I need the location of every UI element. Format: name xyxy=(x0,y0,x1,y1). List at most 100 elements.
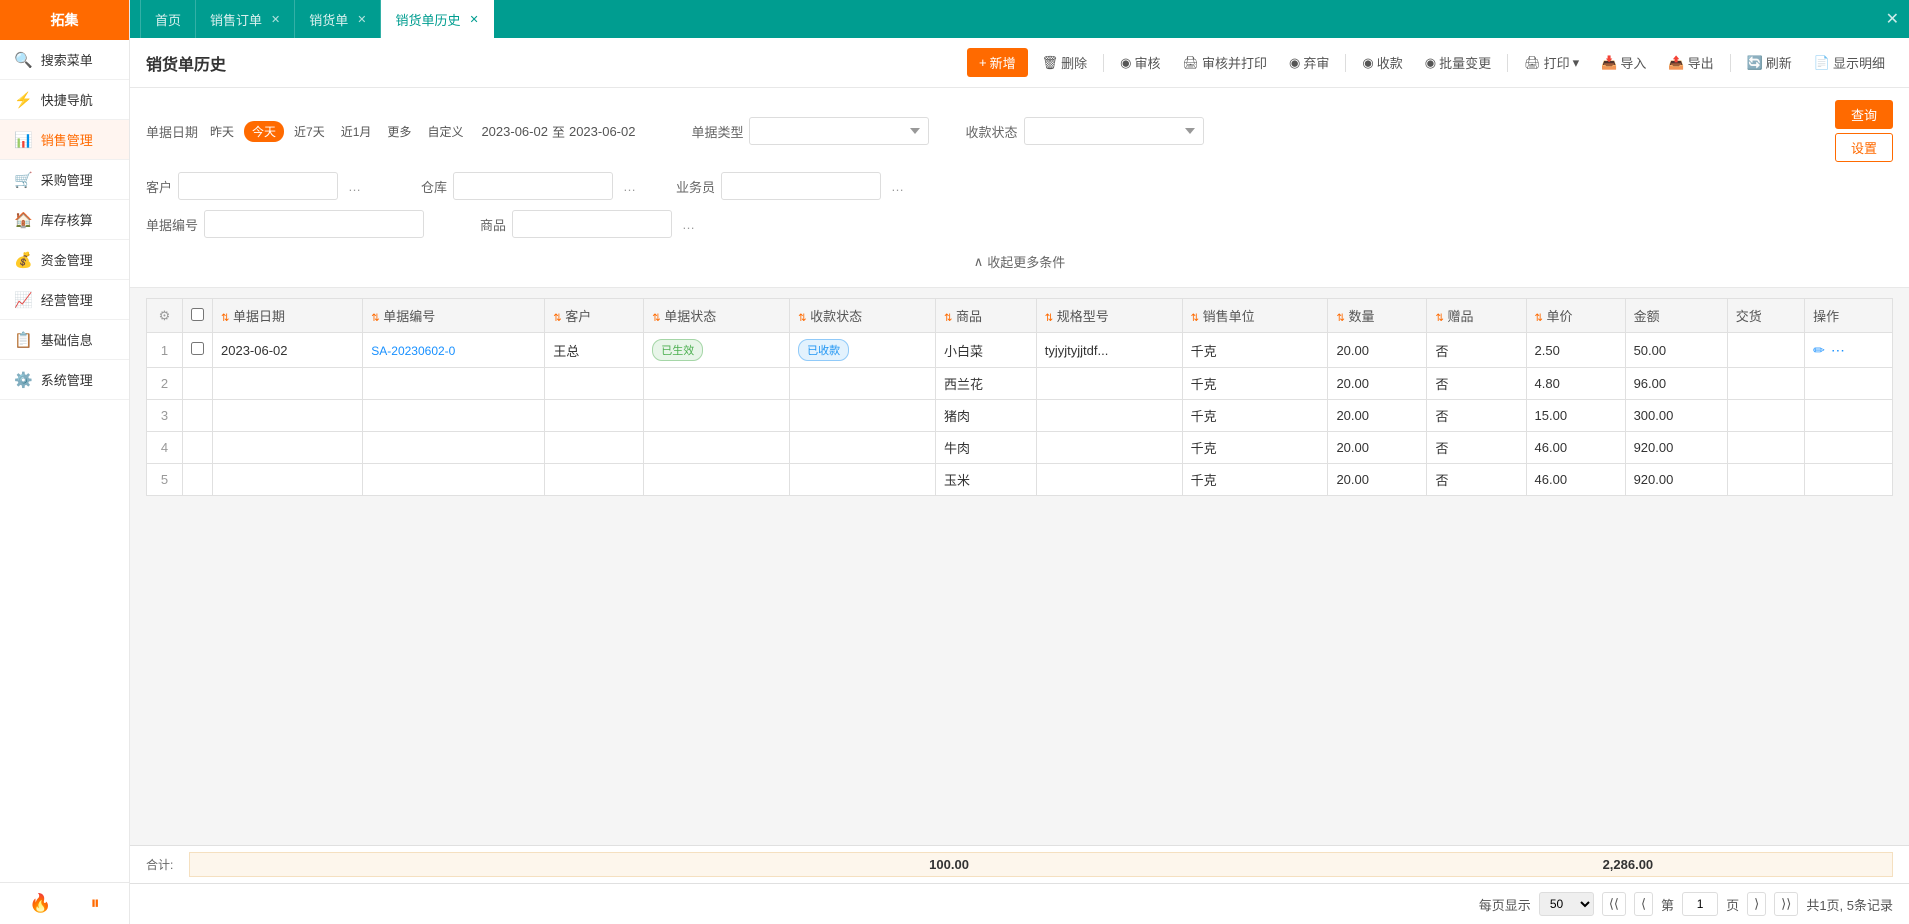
date-btn-1month[interactable]: 近1月 xyxy=(335,121,378,142)
page-prev-btn[interactable]: ⟨ xyxy=(1634,892,1653,916)
cell-goods-2: 西兰花 xyxy=(935,368,1036,400)
total-info: 共1页, 5条记录 xyxy=(1806,895,1893,914)
cell-unit-5: 千克 xyxy=(1182,464,1328,496)
date-btn-today[interactable]: 今天 xyxy=(244,121,284,142)
date-inputs: 2023-06-02 至 2023-06-02 xyxy=(481,122,635,141)
batch-change-button[interactable]: ◉ 批量变更 xyxy=(1417,49,1499,76)
summary-totals: 100.00 2,286.00 xyxy=(189,852,1893,877)
collect-button[interactable]: ◉ 收款 xyxy=(1354,49,1410,76)
delete-label: 删除 xyxy=(1061,53,1087,72)
date-btn-yesterday[interactable]: 昨天 xyxy=(204,121,240,142)
col-unit[interactable]: ⇅ 销售单位 xyxy=(1182,299,1328,333)
tab-sales-order-close[interactable]: ✕ xyxy=(271,13,280,26)
checkbox-5 xyxy=(183,464,213,496)
cell-doc-num-1[interactable]: SA-20230602-0 xyxy=(363,333,545,368)
review-button[interactable]: ◉ 审核 xyxy=(1112,49,1168,76)
checkbox-1[interactable] xyxy=(183,333,213,368)
settings-icon[interactable]: ⚙ xyxy=(159,308,171,323)
cell-spec-2 xyxy=(1036,368,1182,400)
col-doc-status[interactable]: ⇅ 单据状态 xyxy=(644,299,790,333)
doc-type-select[interactable] xyxy=(749,117,929,145)
funds-icon: 💰 xyxy=(14,251,33,269)
more-icon-1[interactable]: ⋯ xyxy=(1831,342,1845,359)
tab-sales-goods[interactable]: 销货单 ✕ xyxy=(295,0,381,38)
col-pay-status[interactable]: ⇅ 收款状态 xyxy=(790,299,936,333)
cell-trade-1 xyxy=(1727,333,1804,368)
tab-sales-goods-close[interactable]: ✕ xyxy=(357,13,366,26)
customer-input[interactable] xyxy=(178,172,338,200)
business-dots[interactable]: … xyxy=(887,179,908,194)
abandon-button[interactable]: ◉ 弃审 xyxy=(1281,49,1337,76)
filter-row-2: 客户 … 仓库 … 业务员 … xyxy=(146,172,1893,200)
col-settings[interactable]: ⚙ xyxy=(147,299,183,333)
page-first-btn[interactable]: ⟨⟨ xyxy=(1602,892,1626,916)
sidebar-item-sys-mgmt[interactable]: ⚙️ 系统管理 xyxy=(0,360,129,400)
sidebar-item-inventory-calc[interactable]: 🏠 库存核算 xyxy=(0,200,129,240)
sort-icon: ⇅ xyxy=(652,313,660,324)
checkbox-2 xyxy=(183,368,213,400)
sidebar-item-purchase-mgmt[interactable]: 🛒 采购管理 xyxy=(0,160,129,200)
sidebar-item-basic-info[interactable]: 📋 基础信息 xyxy=(0,320,129,360)
warehouse-input[interactable] xyxy=(453,172,613,200)
tab-sales-history[interactable]: 销货单历史 ✕ xyxy=(381,0,493,38)
warehouse-dots[interactable]: … xyxy=(619,179,640,194)
col-customer[interactable]: ⇅ 客户 xyxy=(545,299,644,333)
delete-button[interactable]: 🗑 删除 xyxy=(1034,49,1096,76)
date-btn-more[interactable]: 更多 xyxy=(381,121,417,142)
sidebar-item-sales-mgmt[interactable]: 📊 销售管理 xyxy=(0,120,129,160)
select-all-checkbox[interactable] xyxy=(191,308,204,321)
sidebar-item-operations-mgmt[interactable]: 📈 经营管理 xyxy=(0,280,129,320)
sidebar-item-funds-mgmt[interactable]: 💰 资金管理 xyxy=(0,240,129,280)
export-button[interactable]: 📤 导出 xyxy=(1660,49,1721,76)
goods-input[interactable] xyxy=(512,210,672,238)
edit-icon-1[interactable]: ✏ xyxy=(1813,342,1825,359)
quick-nav-icon: ⚡ xyxy=(14,91,33,109)
set-button[interactable]: 设置 xyxy=(1835,133,1893,162)
tab-home[interactable]: 首页 xyxy=(140,0,196,38)
doc-num-input[interactable] xyxy=(204,210,424,238)
fire-icon[interactable]: 🔥 xyxy=(29,893,51,914)
doc-num-link-1[interactable]: SA-20230602-0 xyxy=(371,344,455,358)
date-from-value: 2023-06-02 xyxy=(481,124,548,139)
sort-icon: ⇅ xyxy=(798,313,806,324)
payment-status-select[interactable] xyxy=(1024,117,1204,145)
goods-dots[interactable]: … xyxy=(678,217,699,232)
tab-sales-order[interactable]: 销售订单 ✕ xyxy=(196,0,295,38)
col-qty[interactable]: ⇅ 数量 xyxy=(1328,299,1427,333)
refresh-button[interactable]: 🔄 刷新 xyxy=(1739,49,1800,76)
page-next-btn[interactable]: ⟩ xyxy=(1747,892,1766,916)
col-gift[interactable]: ⇅ 赠品 xyxy=(1427,299,1526,333)
import-button[interactable]: 📥 导入 xyxy=(1593,49,1654,76)
col-date[interactable]: ⇅ 单据日期 xyxy=(213,299,363,333)
new-label: 新增 xyxy=(990,53,1016,72)
sidebar-item-quick-nav[interactable]: ⚡ 快捷导航 xyxy=(0,80,129,120)
close-all-tabs[interactable]: ✕ xyxy=(1886,9,1899,29)
business-input[interactable] xyxy=(721,172,881,200)
date-btn-7days[interactable]: 近7天 xyxy=(288,121,331,142)
date-btn-custom[interactable]: 自定义 xyxy=(421,121,469,142)
show-detail-button[interactable]: 📄 显示明细 xyxy=(1806,49,1893,76)
sidebar-item-search-menu[interactable]: 🔍 搜索菜单 xyxy=(0,40,129,80)
per-page-select[interactable]: 50 10 20 100 xyxy=(1539,892,1594,916)
customer-dots[interactable]: … xyxy=(344,179,365,194)
col-action-label: 操作 xyxy=(1813,309,1839,324)
cell-doc-status-1: 已生效 xyxy=(644,333,790,368)
query-button[interactable]: 查询 xyxy=(1835,100,1893,129)
col-price[interactable]: ⇅ 单价 xyxy=(1526,299,1625,333)
cell-price-1: 2.50 xyxy=(1526,333,1625,368)
page-last-btn[interactable]: ⟩⟩ xyxy=(1774,892,1798,916)
pause-icon[interactable]: ⏸ xyxy=(91,893,100,914)
collapse-button[interactable]: ∧ 收起更多条件 xyxy=(146,248,1893,275)
toolbar: + 新增 🗑 删除 ◉ 审核 🖨 审核并打印 ◉ 弃审 xyxy=(967,48,1893,77)
filter-row-1: 单据日期 昨天 今天 近7天 近1月 更多 自定义 2023-06-02 至 2… xyxy=(146,100,1893,162)
print-button[interactable]: 🖨 打印 ▾ xyxy=(1516,49,1587,76)
review-print-label: 审核并打印 xyxy=(1202,53,1267,72)
col-doc-num[interactable]: ⇅ 单据编号 xyxy=(363,299,545,333)
review-print-button[interactable]: 🖨 审核并打印 xyxy=(1175,49,1276,76)
page-num-input[interactable] xyxy=(1682,892,1718,916)
col-goods[interactable]: ⇅ 商品 xyxy=(935,299,1036,333)
tab-sales-history-close[interactable]: ✕ xyxy=(470,13,479,26)
cell-pay-status-4 xyxy=(790,432,936,464)
col-spec[interactable]: ⇅ 规格型号 xyxy=(1036,299,1182,333)
new-button[interactable]: + 新增 xyxy=(967,48,1028,77)
